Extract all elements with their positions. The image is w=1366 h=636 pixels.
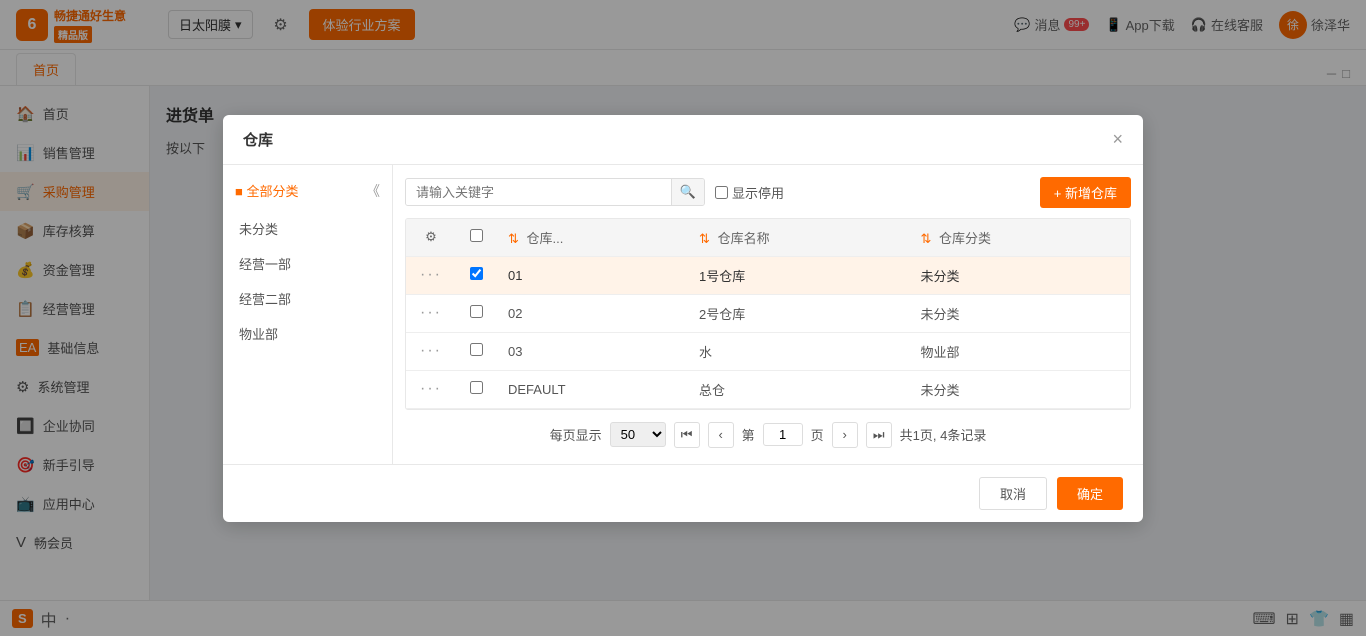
page-label: 第 bbox=[742, 425, 755, 444]
add-warehouse-button[interactable]: + 新增仓库 bbox=[1040, 177, 1131, 208]
row-checkbox[interactable] bbox=[470, 305, 483, 318]
row-code: 01 bbox=[496, 256, 687, 294]
more-options-icon[interactable]: ··· bbox=[420, 304, 442, 321]
warehouse-table: ⚙ ⇅ 仓库... ⇅ 仓库名称 bbox=[406, 219, 1130, 409]
row-name: 1号仓库 bbox=[687, 256, 908, 294]
page-number-input[interactable] bbox=[763, 423, 803, 446]
row-code: DEFAULT bbox=[496, 370, 687, 408]
sort-icon-cat: ⇅ bbox=[921, 231, 932, 246]
col-header-name: ⇅ 仓库名称 bbox=[687, 219, 908, 257]
category-item-unclassified[interactable]: 未分类 bbox=[223, 211, 392, 246]
table-row[interactable]: ··· 01 1号仓库 未分类 bbox=[406, 256, 1130, 294]
search-wrap: 🔍 bbox=[405, 178, 705, 206]
last-page-button[interactable]: ⏭ bbox=[866, 422, 892, 448]
col-header-code: ⇅ 仓库... bbox=[496, 219, 687, 257]
row-checkbox[interactable] bbox=[470, 343, 483, 356]
warehouse-table-wrap: ⚙ ⇅ 仓库... ⇅ 仓库名称 bbox=[405, 218, 1131, 410]
category-header: ■ 全部分类 《 bbox=[223, 175, 392, 211]
col-header-checkbox bbox=[456, 219, 496, 257]
row-checkbox-cell bbox=[456, 332, 496, 370]
row-checkbox-cell bbox=[456, 370, 496, 408]
show-disabled-label: 显示停用 bbox=[732, 183, 784, 202]
table-row[interactable]: ··· DEFAULT 总仓 未分类 bbox=[406, 370, 1130, 408]
row-actions[interactable]: ··· bbox=[406, 294, 456, 332]
modal-overlay: 仓库 × ■ 全部分类 《 未分类 经营一部 经营二部 bbox=[0, 0, 1366, 636]
row-category: 物业部 bbox=[909, 332, 1130, 370]
row-category: 未分类 bbox=[909, 256, 1130, 294]
pagination: 每页显示 50 100 200 ⏮ ‹ 第 页 › ⏭ 共1页, 4条记录 bbox=[405, 410, 1131, 452]
page-suffix: 页 bbox=[811, 425, 824, 444]
select-all-checkbox[interactable] bbox=[470, 229, 483, 242]
sort-icon: ⇅ bbox=[508, 231, 519, 246]
table-row[interactable]: ··· 03 水 物业部 bbox=[406, 332, 1130, 370]
row-checkbox-cell bbox=[456, 256, 496, 294]
all-categories-label[interactable]: ■ 全部分类 bbox=[235, 181, 298, 200]
warehouse-list-panel: 🔍 显示停用 + 新增仓库 ⚙ bbox=[393, 165, 1143, 464]
modal-header: 仓库 × bbox=[223, 115, 1143, 165]
table-row[interactable]: ··· 02 2号仓库 未分类 bbox=[406, 294, 1130, 332]
row-checkbox[interactable] bbox=[470, 267, 483, 280]
row-category: 未分类 bbox=[909, 294, 1130, 332]
sort-icon-name: ⇅ bbox=[699, 231, 710, 246]
first-page-button[interactable]: ⏮ bbox=[674, 422, 700, 448]
show-disabled-checkbox[interactable] bbox=[715, 186, 728, 199]
row-category: 未分类 bbox=[909, 370, 1130, 408]
total-info: 共1页, 4条记录 bbox=[900, 425, 987, 444]
more-options-icon[interactable]: ··· bbox=[420, 342, 442, 359]
row-name: 水 bbox=[687, 332, 908, 370]
per-page-select[interactable]: 50 100 200 bbox=[610, 422, 666, 447]
collapse-button[interactable]: 《 bbox=[366, 181, 380, 201]
modal-footer: 取消 确定 bbox=[223, 464, 1143, 522]
row-name: 2号仓库 bbox=[687, 294, 908, 332]
row-actions[interactable]: ··· bbox=[406, 256, 456, 294]
category-item-property[interactable]: 物业部 bbox=[223, 316, 392, 351]
category-panel: ■ 全部分类 《 未分类 经营一部 经营二部 物业部 bbox=[223, 165, 393, 464]
modal-title: 仓库 bbox=[243, 129, 273, 150]
row-actions[interactable]: ··· bbox=[406, 332, 456, 370]
row-name: 总仓 bbox=[687, 370, 908, 408]
modal-close-button[interactable]: × bbox=[1112, 129, 1123, 150]
row-checkbox[interactable] bbox=[470, 381, 483, 394]
list-toolbar: 🔍 显示停用 + 新增仓库 bbox=[405, 177, 1131, 208]
col-header-category: ⇅ 仓库分类 bbox=[909, 219, 1130, 257]
more-options-icon[interactable]: ··· bbox=[420, 266, 442, 283]
category-item-ops2[interactable]: 经营二部 bbox=[223, 281, 392, 316]
confirm-button[interactable]: 确定 bbox=[1057, 477, 1123, 510]
modal-body: ■ 全部分类 《 未分类 经营一部 经营二部 物业部 bbox=[223, 165, 1143, 464]
row-actions[interactable]: ··· bbox=[406, 370, 456, 408]
warehouse-modal: 仓库 × ■ 全部分类 《 未分类 经营一部 经营二部 bbox=[223, 115, 1143, 522]
next-page-button[interactable]: › bbox=[832, 422, 858, 448]
search-input[interactable] bbox=[406, 180, 671, 205]
show-disabled-toggle[interactable]: 显示停用 bbox=[715, 183, 784, 202]
category-item-ops1[interactable]: 经营一部 bbox=[223, 246, 392, 281]
row-checkbox-cell bbox=[456, 294, 496, 332]
col-header-settings: ⚙ bbox=[406, 219, 456, 257]
search-button[interactable]: 🔍 bbox=[671, 179, 704, 205]
prev-page-button[interactable]: ‹ bbox=[708, 422, 734, 448]
more-options-icon[interactable]: ··· bbox=[420, 380, 442, 397]
settings-col-icon: ⚙ bbox=[425, 229, 437, 244]
row-code: 03 bbox=[496, 332, 687, 370]
row-code: 02 bbox=[496, 294, 687, 332]
per-page-label: 每页显示 bbox=[550, 425, 602, 444]
cancel-button[interactable]: 取消 bbox=[979, 477, 1047, 510]
